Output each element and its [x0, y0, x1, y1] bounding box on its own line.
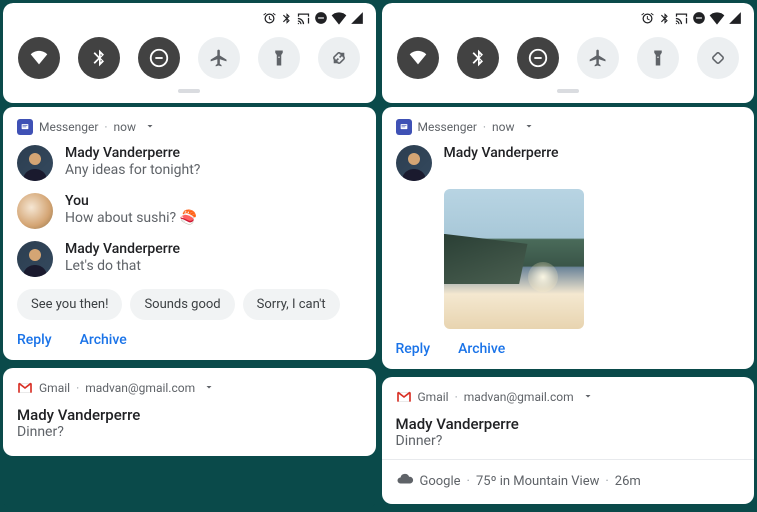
- notification-actions: Reply Archive: [17, 332, 362, 348]
- airplane-tile[interactable]: [198, 37, 240, 79]
- message-sender: You: [65, 193, 362, 209]
- smart-reply-chip[interactable]: Sorry, I can't: [243, 289, 340, 320]
- notification-time: now: [492, 120, 515, 134]
- divider: [382, 459, 755, 460]
- avatar: [396, 145, 432, 181]
- app-name: Google: [420, 474, 461, 489]
- gmail-notification[interactable]: Gmail · madvan@gmail.com Mady Vanderperr…: [382, 377, 755, 504]
- bluetooth-status-icon: [658, 12, 671, 25]
- bluetooth-tile[interactable]: [78, 37, 120, 79]
- image-attachment[interactable]: [444, 189, 584, 329]
- avatar: [17, 193, 53, 229]
- archive-action[interactable]: Archive: [458, 341, 505, 357]
- weather-summary: 75º in Mountain View: [476, 474, 599, 489]
- phone-left: Messenger · now Mady Vanderperre Any ide…: [3, 3, 376, 509]
- wifi-tile[interactable]: [18, 37, 60, 79]
- messenger-notification[interactable]: Messenger · now Mady Vanderperre Reply A…: [382, 107, 755, 369]
- cast-icon: [674, 11, 689, 26]
- smart-reply-row: See you then! Sounds good Sorry, I can't: [17, 289, 362, 320]
- bluetooth-status-icon: [280, 12, 293, 25]
- autorotate-tile[interactable]: [318, 37, 360, 79]
- account-label: madvan@gmail.com: [85, 381, 195, 395]
- chevron-down-icon[interactable]: [203, 381, 215, 396]
- notification-header[interactable]: Gmail · madvan@gmail.com: [17, 380, 362, 396]
- dnd-tile[interactable]: [138, 37, 180, 79]
- cast-icon: [296, 11, 311, 26]
- notification-header[interactable]: Messenger · now: [17, 119, 362, 135]
- smart-reply-chip[interactable]: Sounds good: [130, 289, 234, 320]
- weather-notification[interactable]: Google · 75º in Mountain View · 26m: [396, 470, 741, 492]
- avatar: [17, 241, 53, 277]
- reply-action[interactable]: Reply: [17, 332, 52, 348]
- message-sender: Mady Vanderperre: [65, 145, 362, 161]
- alarm-icon: [262, 11, 277, 26]
- dnd-status-icon: [314, 11, 328, 25]
- account-label: madvan@gmail.com: [464, 390, 574, 404]
- autorotate-tile[interactable]: [697, 37, 739, 79]
- messenger-app-icon: [396, 119, 412, 135]
- cell-signal-icon: [350, 11, 364, 25]
- reply-action[interactable]: Reply: [396, 341, 431, 357]
- airplane-tile[interactable]: [577, 37, 619, 79]
- message-sender: Mady Vanderperre: [444, 145, 741, 161]
- email-sender: Mady Vanderperre: [17, 406, 362, 424]
- status-bar: [382, 9, 755, 29]
- messenger-notification[interactable]: Messenger · now Mady Vanderperre Any ide…: [3, 107, 376, 360]
- message-row: Mady Vanderperre Any ideas for tonight?: [17, 145, 362, 181]
- cloud-icon: [396, 470, 414, 492]
- app-name: Messenger: [39, 120, 98, 134]
- avatar: [17, 145, 53, 181]
- chevron-down-icon[interactable]: [523, 120, 535, 135]
- flashlight-tile[interactable]: [258, 37, 300, 79]
- notification-time: now: [114, 120, 137, 134]
- wifi-tile[interactable]: [397, 37, 439, 79]
- message-sender: Mady Vanderperre: [65, 241, 362, 257]
- message-text: How about sushi? 🍣: [65, 210, 362, 226]
- quick-settings-row: [3, 29, 376, 85]
- message-row: Mady Vanderperre: [396, 145, 741, 181]
- notification-actions: Reply Archive: [396, 341, 741, 357]
- dnd-tile[interactable]: [517, 37, 559, 79]
- wifi-status-icon: [331, 11, 347, 25]
- email-subject: Dinner?: [396, 433, 741, 449]
- app-name: Gmail: [39, 381, 70, 395]
- quick-settings-row: [382, 29, 755, 85]
- notification-header[interactable]: Messenger · now: [396, 119, 741, 135]
- message-text: Let's do that: [65, 258, 362, 274]
- smart-reply-chip[interactable]: See you then!: [17, 289, 122, 320]
- alarm-icon: [640, 11, 655, 26]
- quick-settings-panel: [3, 3, 376, 103]
- flashlight-tile[interactable]: [637, 37, 679, 79]
- gmail-notification[interactable]: Gmail · madvan@gmail.com Mady Vanderperr…: [3, 368, 376, 456]
- status-bar: [3, 9, 376, 29]
- dnd-status-icon: [692, 11, 706, 25]
- app-name: Gmail: [418, 390, 449, 404]
- app-name: Messenger: [418, 120, 477, 134]
- email-subject: Dinner?: [17, 424, 362, 440]
- quick-settings-panel: [382, 3, 755, 103]
- bluetooth-tile[interactable]: [457, 37, 499, 79]
- messenger-app-icon: [17, 119, 33, 135]
- panel-drag-handle[interactable]: [178, 89, 200, 93]
- wifi-status-icon: [709, 11, 725, 25]
- gmail-app-icon: [396, 389, 412, 405]
- chevron-down-icon[interactable]: [582, 390, 594, 405]
- email-sender: Mady Vanderperre: [396, 415, 741, 433]
- archive-action[interactable]: Archive: [80, 332, 127, 348]
- gmail-app-icon: [17, 380, 33, 396]
- notification-header[interactable]: Gmail · madvan@gmail.com: [396, 389, 741, 405]
- cell-signal-icon: [728, 11, 742, 25]
- message-row: Mady Vanderperre Let's do that: [17, 241, 362, 277]
- chevron-down-icon[interactable]: [144, 120, 156, 135]
- notification-age: 26m: [615, 474, 641, 489]
- message-text: Any ideas for tonight?: [65, 162, 362, 178]
- panel-drag-handle[interactable]: [557, 89, 579, 93]
- message-row: You How about sushi? 🍣: [17, 193, 362, 229]
- phone-right: Messenger · now Mady Vanderperre Reply A…: [382, 3, 755, 509]
